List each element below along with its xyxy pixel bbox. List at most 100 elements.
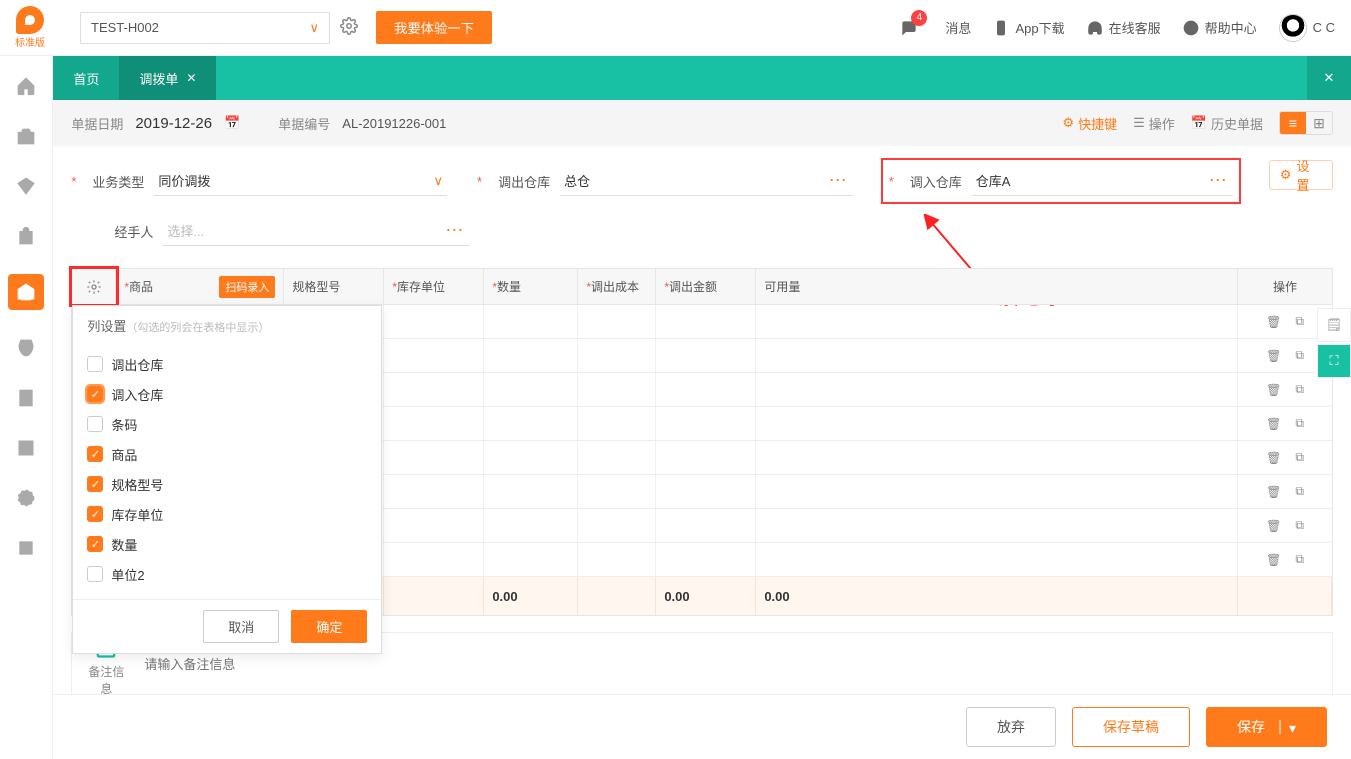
nav-users-icon[interactable] [14,436,38,460]
tenant-select[interactable]: TEST-H002 ∨ [80,12,330,44]
date-value[interactable]: 2019-12-26 [135,115,212,132]
copy-icon[interactable]: ⧉ [1295,552,1304,567]
copy-icon[interactable]: ⧉ [1295,382,1304,397]
ops-link[interactable]: ☰ 操作 [1133,114,1175,133]
nav-bag-icon[interactable] [14,224,38,248]
nav-home-icon[interactable] [14,74,38,98]
date-label: 单据日期 [71,114,123,133]
checkbox[interactable] [87,566,103,582]
save-button[interactable]: 保存▾ [1206,707,1327,747]
column-settings-button[interactable] [72,269,116,304]
copy-icon[interactable]: ⧉ [1295,416,1304,431]
tab-transfer-doc[interactable]: 调拨单✕ [119,56,216,100]
total-avail: 0.00 [756,577,1238,615]
delete-icon[interactable]: 🗑 [1266,485,1281,499]
checkbox[interactable] [87,446,103,462]
more-icon[interactable]: ⋯ [445,220,465,241]
handler-field[interactable]: 经手人 选择...⋯ [89,216,469,246]
nav-report-icon[interactable] [14,386,38,410]
delete-icon[interactable]: 🗑 [1266,519,1281,533]
copy-icon[interactable]: ⧉ [1295,314,1304,329]
avatar [1279,14,1307,42]
doc-header: 单据日期 2019-12-26 📅 单据编号 AL-20191226-001 ⚙… [53,100,1351,146]
logo: 标准版 [0,6,60,49]
note-icon[interactable]: 🗒 [1317,308,1351,342]
more-icon[interactable]: ⋯ [1209,170,1229,191]
out-warehouse-field[interactable]: *调出仓库 总仓⋯ [477,160,853,202]
help-link[interactable]: 帮助中心 [1183,18,1257,37]
delete-icon[interactable]: 🗑 [1266,315,1281,329]
nav-config-icon[interactable] [14,486,38,510]
app-download-label: App下载 [1015,18,1064,37]
gear-icon[interactable] [340,17,358,38]
more-icon[interactable]: ⋯ [829,170,849,191]
col-option[interactable]: 数量 [87,529,367,559]
delete-icon[interactable]: 🗑 [1266,451,1281,465]
col-option[interactable]: 规格型号 [87,469,367,499]
trial-button[interactable]: 我要体验一下 [376,11,492,44]
scan-input-button[interactable]: 扫码录入 [219,276,275,298]
copy-icon[interactable]: ⧉ [1295,348,1304,363]
save-draft-button[interactable]: 保存草稿 [1072,707,1190,747]
expand-icon[interactable]: ⛶ [1317,344,1351,378]
total-qty: 0.00 [484,577,578,615]
line-item-table: *商品扫码录入 规格型号 *库存单位 *数量 *调出成本 *调出金额 可用量 操… [71,268,1333,616]
copy-icon[interactable]: ⧉ [1295,518,1304,533]
col-option[interactable]: 调出仓库 [87,349,367,379]
delete-icon[interactable]: 🗑 [1266,383,1281,397]
confirm-button[interactable]: 确定 [291,610,367,643]
checkbox[interactable] [87,356,103,372]
biz-type-field[interactable]: *业务类型 同价调拨∨ [71,160,447,202]
svg-text:新: 新 [24,543,32,553]
checkbox[interactable] [87,536,103,552]
discard-button[interactable]: 放弃 [966,707,1056,747]
delete-icon[interactable]: 🗑 [1266,349,1281,363]
checkbox[interactable] [87,386,103,402]
top-header: 标准版 TEST-H002 ∨ 我要体验一下 4 消息 App下载 在线客服 帮… [0,0,1351,56]
header-right: 4 消息 App下载 在线客服 帮助中心 C C [901,14,1335,42]
total-amount: 0.00 [656,577,756,615]
nav-gift-icon[interactable] [14,124,38,148]
copy-icon[interactable]: ⧉ [1295,484,1304,499]
grid-view-icon[interactable]: ⊞ [1306,112,1332,134]
user-name: C C [1313,20,1335,35]
list-view-icon[interactable]: ≡ [1280,112,1306,134]
close-panel-icon[interactable]: ✕ [1307,56,1351,100]
col-option[interactable]: 调入仓库 [87,379,367,409]
in-warehouse-field[interactable]: *调入仓库 仓库A⋯ [883,160,1239,202]
footer-buttons: 放弃 保存草稿 保存▾ [53,694,1351,759]
history-link[interactable]: 📅 历史单据 [1191,114,1263,133]
delete-icon[interactable]: 🗑 [1266,417,1281,431]
form-area: *业务类型 同价调拨∨ *调出仓库 总仓⋯ *调入仓库 仓库A⋯ ⚙ 设置 经手… [53,146,1351,260]
close-icon[interactable]: ✕ [186,71,196,85]
delete-icon[interactable]: 🗑 [1266,553,1281,567]
calendar-icon[interactable]: 📅 [224,115,240,131]
doc-no-value: AL-20191226-001 [342,116,446,131]
edge-tools: 🗒 ⛶ [1317,308,1351,380]
copy-icon[interactable]: ⧉ [1295,450,1304,465]
settings-button[interactable]: ⚙ 设置 [1269,160,1333,190]
messages-link[interactable]: 4 消息 [901,18,971,37]
column-settings-popover: 列设置（勾选的列会在表格中显示） 调出仓库调入仓库条码商品规格型号库存单位数量单… [72,305,382,654]
app-download-link[interactable]: App下载 [993,18,1064,37]
checkbox[interactable] [87,506,103,522]
user-menu[interactable]: C C [1279,14,1335,42]
tenant-value: TEST-H002 [91,20,159,35]
shortcut-link[interactable]: ⚙ 快捷键 [1062,114,1117,133]
remark-input[interactable] [144,657,1318,672]
col-option[interactable]: 单位2 [87,559,367,589]
nav-diamond-icon[interactable] [14,174,38,198]
online-cs-link[interactable]: 在线客服 [1087,18,1161,37]
cancel-button[interactable]: 取消 [203,610,279,643]
col-option[interactable]: 库存单位 [87,499,367,529]
col-option[interactable]: 商品 [87,439,367,469]
checkbox[interactable] [87,416,103,432]
tab-home[interactable]: 首页 [53,56,119,100]
checkbox[interactable] [87,476,103,492]
side-nav: ¥ 新 [0,56,53,759]
nav-money-icon[interactable]: ¥ [14,336,38,360]
view-toggle[interactable]: ≡ ⊞ [1279,111,1333,135]
nav-new-icon[interactable]: 新 [14,536,38,560]
col-option[interactable]: 条码 [87,409,367,439]
nav-warehouse-icon[interactable] [8,274,44,310]
